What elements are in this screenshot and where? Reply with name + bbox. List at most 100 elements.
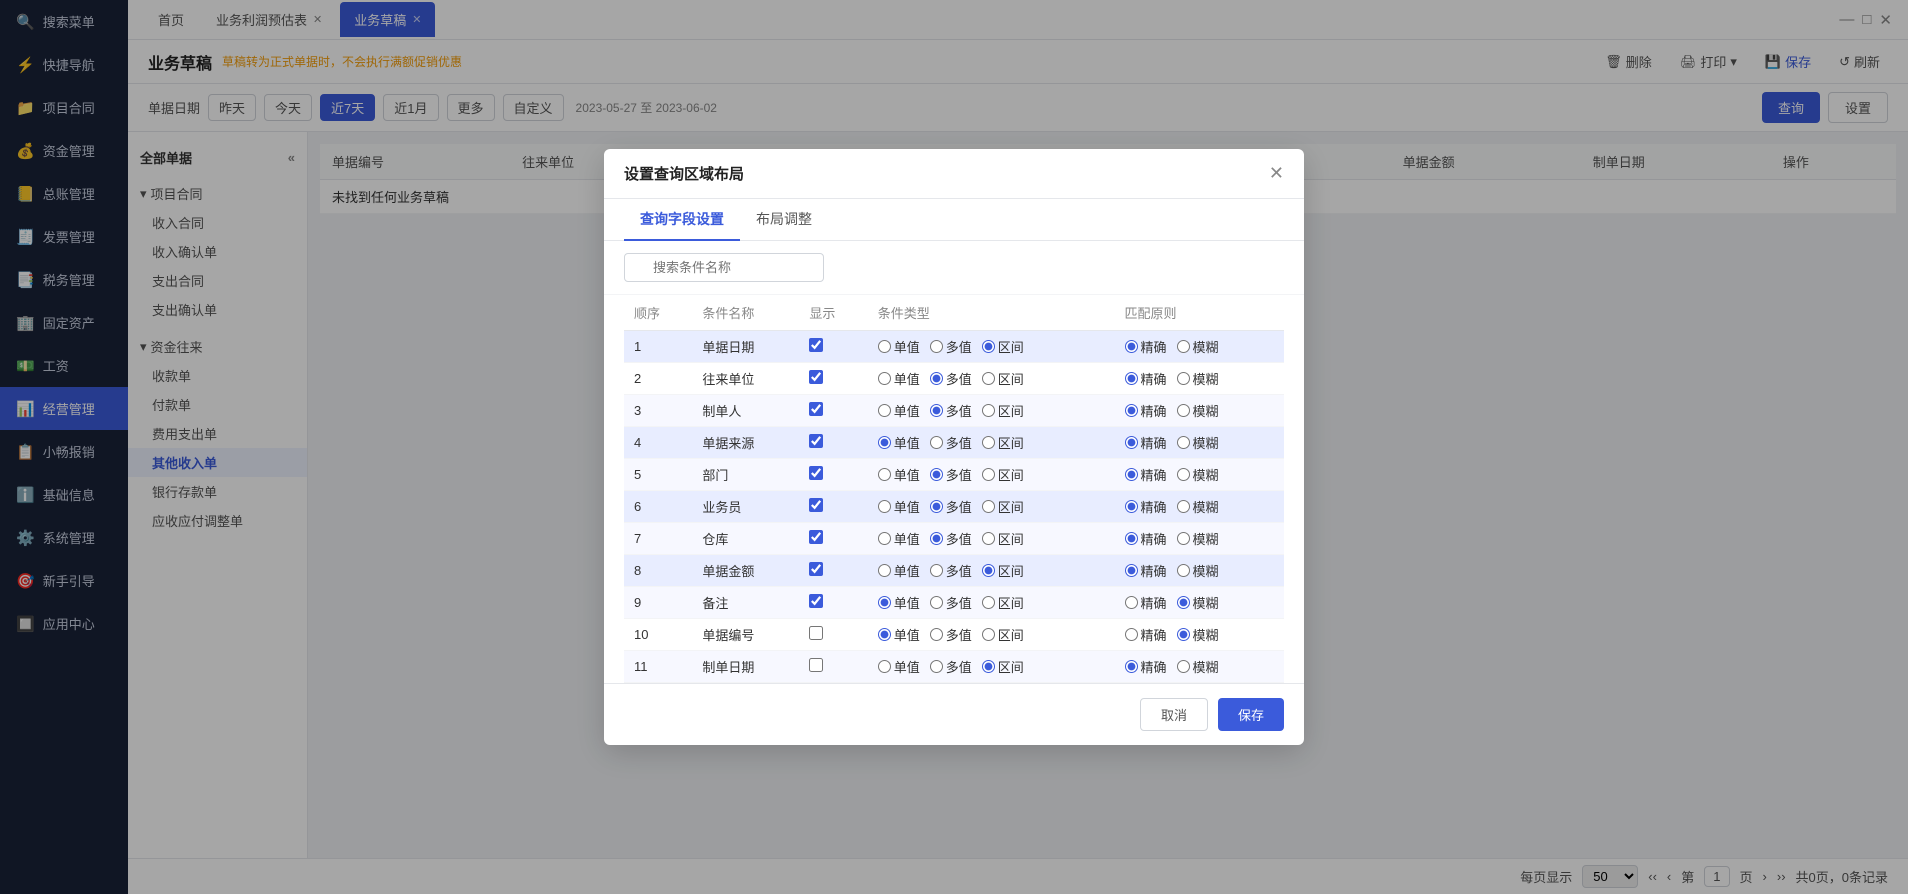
cell-show[interactable] xyxy=(799,395,867,427)
radio-fuzzy[interactable]: 模糊 xyxy=(1177,465,1219,484)
cell-order: 1 xyxy=(624,331,692,363)
radio-exact[interactable]: 精确 xyxy=(1125,561,1167,580)
cell-name: 业务员 xyxy=(692,491,799,523)
modal-save-button[interactable]: 保存 xyxy=(1218,698,1284,731)
radio-multi[interactable]: 多值 xyxy=(930,369,972,388)
modal-overlay[interactable]: 设置查询区域布局 ✕ 查询字段设置 布局调整 🔍 顺序 条件名称 显示 xyxy=(0,0,1908,894)
radio-range[interactable]: 区间 xyxy=(982,497,1024,516)
radio-multi[interactable]: 多值 xyxy=(930,337,972,356)
show-checkbox[interactable] xyxy=(809,562,823,576)
cell-order: 6 xyxy=(624,491,692,523)
radio-single[interactable]: 单值 xyxy=(878,401,920,420)
cell-show[interactable] xyxy=(799,363,867,395)
cell-order: 4 xyxy=(624,427,692,459)
modal-tab-fields[interactable]: 查询字段设置 xyxy=(624,199,740,241)
radio-exact[interactable]: 精确 xyxy=(1125,369,1167,388)
modal-tabs: 查询字段设置 布局调整 xyxy=(604,199,1304,241)
radio-multi[interactable]: 多值 xyxy=(930,593,972,612)
radio-single[interactable]: 单值 xyxy=(878,657,920,676)
radio-range[interactable]: 区间 xyxy=(982,433,1024,452)
show-checkbox[interactable] xyxy=(809,498,823,512)
radio-single[interactable]: 单值 xyxy=(878,433,920,452)
cell-show[interactable] xyxy=(799,587,867,619)
cell-show[interactable] xyxy=(799,523,867,555)
table-row: 1 单据日期 单值 多值 区间 xyxy=(624,331,1284,363)
show-checkbox[interactable] xyxy=(809,594,823,608)
cell-type: 单值 多值 区间 xyxy=(868,555,1115,587)
radio-single[interactable]: 单值 xyxy=(878,561,920,580)
radio-multi[interactable]: 多值 xyxy=(930,657,972,676)
radio-range[interactable]: 区间 xyxy=(982,625,1024,644)
radio-multi[interactable]: 多值 xyxy=(930,561,972,580)
modal-tab-layout[interactable]: 布局调整 xyxy=(740,199,828,241)
show-checkbox[interactable] xyxy=(809,530,823,544)
cell-show[interactable] xyxy=(799,651,867,683)
search-wrapper: 🔍 xyxy=(624,253,824,282)
show-checkbox[interactable] xyxy=(809,626,823,640)
cell-show[interactable] xyxy=(799,331,867,363)
cell-show[interactable] xyxy=(799,427,867,459)
radio-exact[interactable]: 精确 xyxy=(1125,337,1167,356)
radio-fuzzy[interactable]: 模糊 xyxy=(1177,625,1219,644)
radio-single[interactable]: 单值 xyxy=(878,465,920,484)
show-checkbox[interactable] xyxy=(809,434,823,448)
cell-name: 往来单位 xyxy=(692,363,799,395)
radio-exact[interactable]: 精确 xyxy=(1125,465,1167,484)
radio-multi[interactable]: 多值 xyxy=(930,497,972,516)
radio-range[interactable]: 区间 xyxy=(982,465,1024,484)
table-row: 5 部门 单值 多值 区间 xyxy=(624,459,1284,491)
radio-single[interactable]: 单值 xyxy=(878,625,920,644)
radio-range[interactable]: 区间 xyxy=(982,369,1024,388)
radio-exact[interactable]: 精确 xyxy=(1125,593,1167,612)
radio-fuzzy[interactable]: 模糊 xyxy=(1177,369,1219,388)
radio-fuzzy[interactable]: 模糊 xyxy=(1177,433,1219,452)
radio-multi[interactable]: 多值 xyxy=(930,625,972,644)
table-row: 2 往来单位 单值 多值 区间 xyxy=(624,363,1284,395)
radio-multi[interactable]: 多值 xyxy=(930,529,972,548)
show-checkbox[interactable] xyxy=(809,402,823,416)
cell-order: 2 xyxy=(624,363,692,395)
radio-range[interactable]: 区间 xyxy=(982,561,1024,580)
cancel-button[interactable]: 取消 xyxy=(1140,698,1208,731)
cell-match: 精确 模糊 xyxy=(1115,619,1284,651)
radio-exact[interactable]: 精确 xyxy=(1125,529,1167,548)
radio-fuzzy[interactable]: 模糊 xyxy=(1177,657,1219,676)
cell-type: 单值 多值 区间 xyxy=(868,491,1115,523)
radio-range[interactable]: 区间 xyxy=(982,529,1024,548)
radio-fuzzy[interactable]: 模糊 xyxy=(1177,497,1219,516)
radio-single[interactable]: 单值 xyxy=(878,497,920,516)
radio-multi[interactable]: 多值 xyxy=(930,465,972,484)
radio-multi[interactable]: 多值 xyxy=(930,433,972,452)
cell-name: 单据编号 xyxy=(692,619,799,651)
radio-range[interactable]: 区间 xyxy=(982,657,1024,676)
modal-close-button[interactable]: ✕ xyxy=(1269,163,1284,184)
radio-exact[interactable]: 精确 xyxy=(1125,401,1167,420)
radio-exact[interactable]: 精确 xyxy=(1125,657,1167,676)
cell-show[interactable] xyxy=(799,491,867,523)
radio-range[interactable]: 区间 xyxy=(982,337,1024,356)
radio-fuzzy[interactable]: 模糊 xyxy=(1177,401,1219,420)
radio-single[interactable]: 单值 xyxy=(878,529,920,548)
cell-show[interactable] xyxy=(799,555,867,587)
show-checkbox[interactable] xyxy=(809,338,823,352)
radio-fuzzy[interactable]: 模糊 xyxy=(1177,593,1219,612)
radio-exact[interactable]: 精确 xyxy=(1125,625,1167,644)
radio-single[interactable]: 单值 xyxy=(878,337,920,356)
modal-search-input[interactable] xyxy=(624,253,824,282)
radio-fuzzy[interactable]: 模糊 xyxy=(1177,337,1219,356)
radio-exact[interactable]: 精确 xyxy=(1125,497,1167,516)
radio-multi[interactable]: 多值 xyxy=(930,401,972,420)
show-checkbox[interactable] xyxy=(809,370,823,384)
radio-fuzzy[interactable]: 模糊 xyxy=(1177,529,1219,548)
radio-fuzzy[interactable]: 模糊 xyxy=(1177,561,1219,580)
cell-name: 制单人 xyxy=(692,395,799,427)
cell-show[interactable] xyxy=(799,619,867,651)
radio-range[interactable]: 区间 xyxy=(982,593,1024,612)
radio-exact[interactable]: 精确 xyxy=(1125,433,1167,452)
radio-range[interactable]: 区间 xyxy=(982,401,1024,420)
show-checkbox[interactable] xyxy=(809,658,823,672)
show-checkbox[interactable] xyxy=(809,466,823,480)
radio-single[interactable]: 单值 xyxy=(878,593,920,612)
radio-single[interactable]: 单值 xyxy=(878,369,920,388)
cell-show[interactable] xyxy=(799,459,867,491)
